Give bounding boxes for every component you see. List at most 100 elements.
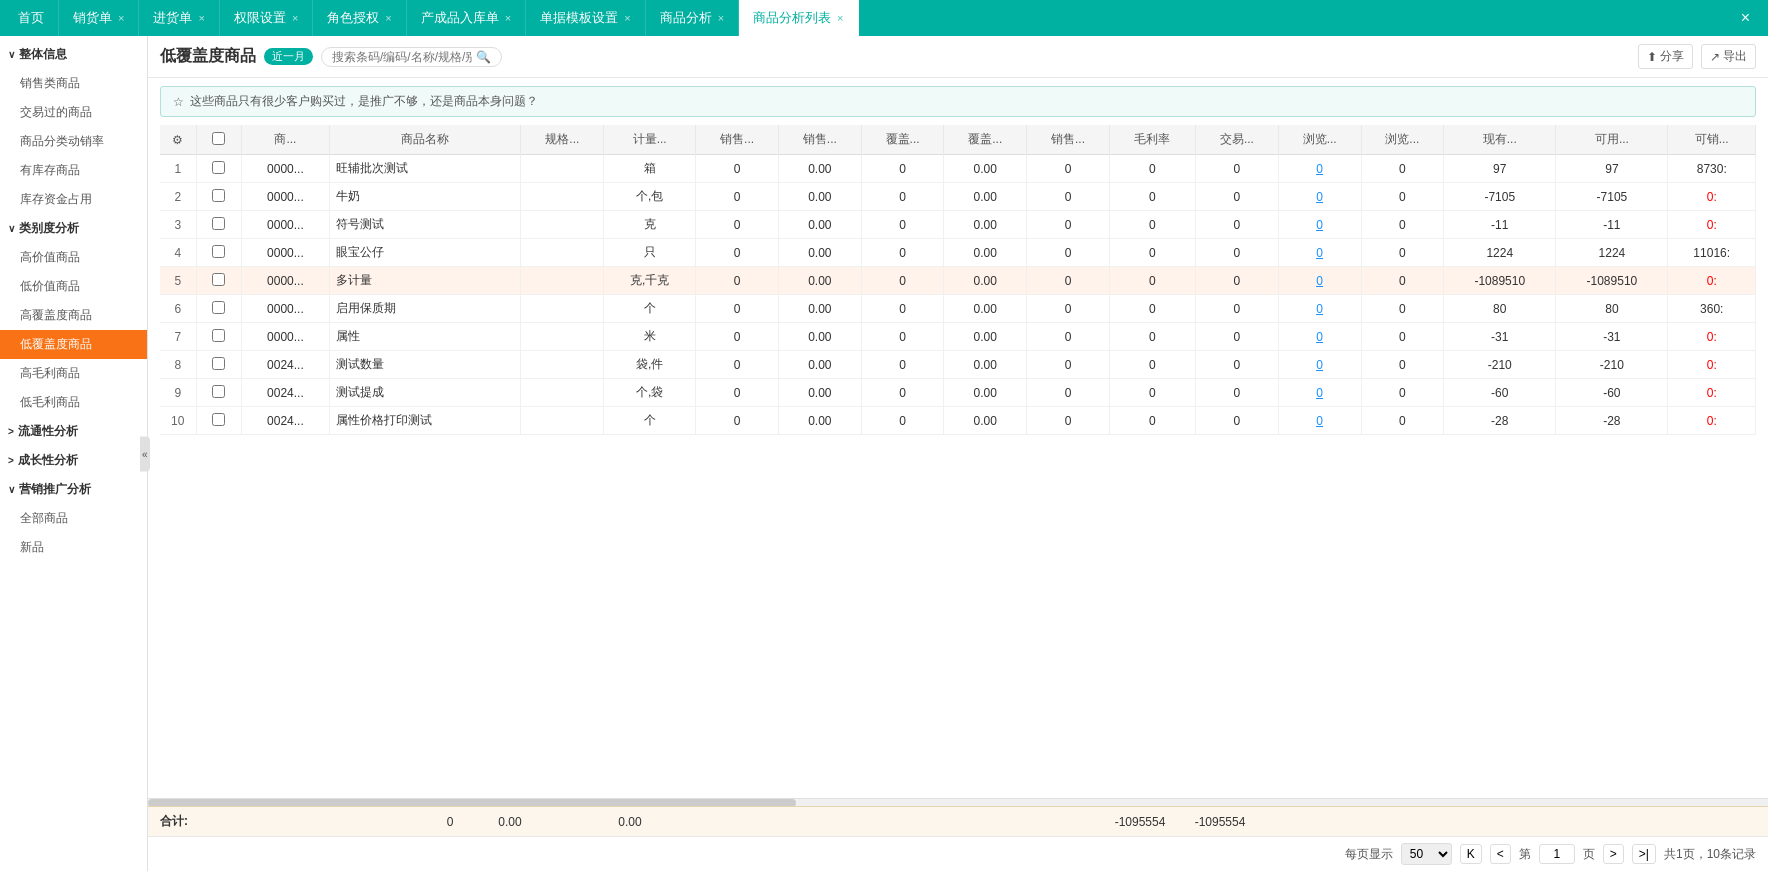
row-checkbox[interactable] <box>196 323 242 351</box>
prev-page-button[interactable]: < <box>1490 844 1511 864</box>
page-number-input[interactable] <box>1539 844 1575 864</box>
window-close-button[interactable]: × <box>1731 9 1760 27</box>
sidebar-item-traded-goods[interactable]: 交易过的商品 <box>0 98 147 127</box>
sidebar-group-overall[interactable]: ∨ 整体信息 <box>0 40 147 69</box>
select-all-checkbox[interactable] <box>212 132 225 145</box>
row-view1[interactable]: 0 <box>1278 323 1361 351</box>
row-checkbox[interactable] <box>196 211 242 239</box>
next-page-button[interactable]: > <box>1603 844 1624 864</box>
share-button[interactable]: ⬆ 分享 <box>1638 44 1693 69</box>
sidebar-group-marketing[interactable]: ∨ 营销推广分析 <box>0 475 147 504</box>
settings-icon[interactable]: ⚙ <box>172 133 183 147</box>
code-column-header[interactable]: 商... <box>242 125 329 155</box>
sidebar-item-low-value[interactable]: 低价值商品 <box>0 272 147 301</box>
cover1-column-header[interactable]: 覆盖... <box>861 125 944 155</box>
current-column-header[interactable]: 现有... <box>1444 125 1556 155</box>
row-spec <box>521 211 604 239</box>
row-checkbox[interactable] <box>196 239 242 267</box>
row-checkbox[interactable] <box>196 351 242 379</box>
close-icon[interactable]: × <box>385 12 391 24</box>
sidebar-item-in-stock[interactable]: 有库存商品 <box>0 156 147 185</box>
row-available: -11 <box>1556 211 1668 239</box>
row-current: -1089510 <box>1444 267 1556 295</box>
sidebar-item-high-gross[interactable]: 高毛利商品 <box>0 359 147 388</box>
horizontal-scrollbar[interactable] <box>148 798 1768 806</box>
nav-permission-settings[interactable]: 权限设置 × <box>220 0 313 36</box>
row-seq: 10 <box>160 407 196 435</box>
saleable-column-header[interactable]: 可销... <box>1668 125 1756 155</box>
sidebar-item-sales-goods[interactable]: 销售类商品 <box>0 69 147 98</box>
sidebar-item-stock-fund[interactable]: 库存资金占用 <box>0 185 147 214</box>
row-checkbox[interactable] <box>196 295 242 323</box>
nav-product-inbound[interactable]: 产成品入库单 × <box>407 0 526 36</box>
row-view1[interactable]: 0 <box>1278 295 1361 323</box>
table-container[interactable]: ⚙ 商... 商品名称 规格... 计量... 销售... 销售... 覆盖..… <box>160 125 1756 798</box>
sales2-column-header[interactable]: 销售... <box>778 125 861 155</box>
view2-column-header[interactable]: 浏览... <box>1361 125 1444 155</box>
cover2-column-header[interactable]: 覆盖... <box>944 125 1027 155</box>
row-cover1: 0 <box>861 407 944 435</box>
sidebar-item-new-goods[interactable]: 新品 <box>0 533 147 562</box>
row-checkbox[interactable] <box>196 155 242 183</box>
close-icon[interactable]: × <box>505 12 511 24</box>
row-view1[interactable]: 0 <box>1278 407 1361 435</box>
row-view1[interactable]: 0 <box>1278 183 1361 211</box>
available-column-header[interactable]: 可用... <box>1556 125 1668 155</box>
row-code: 0000... <box>242 155 329 183</box>
close-icon[interactable]: × <box>837 12 843 24</box>
settings-column-header[interactable]: ⚙ <box>160 125 196 155</box>
row-checkbox[interactable] <box>196 183 242 211</box>
sales1-column-header[interactable]: 销售... <box>696 125 779 155</box>
nav-product-analysis-list[interactable]: 商品分析列表 × <box>739 0 858 36</box>
row-checkbox[interactable] <box>196 379 242 407</box>
close-icon[interactable]: × <box>292 12 298 24</box>
trade-column-header[interactable]: 交易... <box>1196 125 1279 155</box>
sidebar-item-high-value[interactable]: 高价值商品 <box>0 243 147 272</box>
sidebar-collapse-button[interactable]: « <box>140 436 150 471</box>
row-code: 0024... <box>242 407 329 435</box>
row-view1[interactable]: 0 <box>1278 351 1361 379</box>
last-page-button[interactable]: >| <box>1632 844 1656 864</box>
row-view1[interactable]: 0 <box>1278 379 1361 407</box>
row-checkbox[interactable] <box>196 267 242 295</box>
sidebar-group-circulation[interactable]: > 流通性分析 <box>0 417 147 446</box>
sales3-column-header[interactable]: 销售... <box>1027 125 1110 155</box>
row-view1[interactable]: 0 <box>1278 155 1361 183</box>
sidebar-group-growth[interactable]: > 成长性分析 <box>0 446 147 475</box>
sidebar-item-low-gross[interactable]: 低毛利商品 <box>0 388 147 417</box>
row-checkbox[interactable] <box>196 407 242 435</box>
name-column-header[interactable]: 商品名称 <box>329 125 521 155</box>
checkbox-column-header[interactable] <box>196 125 242 155</box>
search-box[interactable]: 🔍 <box>321 47 502 67</box>
sidebar-item-category-rate[interactable]: 商品分类动销率 <box>0 127 147 156</box>
nav-purchase-order[interactable]: 进货单 × <box>139 0 219 36</box>
time-range-badge[interactable]: 近一月 <box>264 48 313 65</box>
nav-sales-order[interactable]: 销货单 × <box>59 0 139 36</box>
search-input[interactable] <box>332 50 472 64</box>
row-view1[interactable]: 0 <box>1278 267 1361 295</box>
page-size-select[interactable]: 50 100 200 <box>1401 843 1452 865</box>
table-row: 2 0000... 牛奶 个,包 0 0.00 0 0.00 0 0 0 0 0… <box>160 183 1756 211</box>
nav-home[interactable]: 首页 <box>8 0 59 36</box>
close-icon[interactable]: × <box>118 12 124 24</box>
spec-column-header[interactable]: 规格... <box>521 125 604 155</box>
sidebar-item-low-coverage[interactable]: 低覆盖度商品 <box>0 330 147 359</box>
row-view2: 0 <box>1361 155 1444 183</box>
nav-role-auth[interactable]: 角色授权 × <box>313 0 406 36</box>
nav-template-settings[interactable]: 单据模板设置 × <box>526 0 645 36</box>
row-view1[interactable]: 0 <box>1278 211 1361 239</box>
unit-column-header[interactable]: 计量... <box>604 125 696 155</box>
gross-column-header[interactable]: 毛利率 <box>1109 125 1195 155</box>
view1-column-header[interactable]: 浏览... <box>1278 125 1361 155</box>
close-icon[interactable]: × <box>718 12 724 24</box>
close-icon[interactable]: × <box>624 12 630 24</box>
search-icon[interactable]: 🔍 <box>476 50 491 64</box>
close-icon[interactable]: × <box>198 12 204 24</box>
nav-product-analysis[interactable]: 商品分析 × <box>646 0 739 36</box>
first-page-button[interactable]: K <box>1460 844 1482 864</box>
row-view1[interactable]: 0 <box>1278 239 1361 267</box>
sidebar-item-high-coverage[interactable]: 高覆盖度商品 <box>0 301 147 330</box>
export-button[interactable]: ↗ 导出 <box>1701 44 1756 69</box>
sidebar-group-category[interactable]: ∨ 类别度分析 <box>0 214 147 243</box>
sidebar-item-all-goods[interactable]: 全部商品 <box>0 504 147 533</box>
